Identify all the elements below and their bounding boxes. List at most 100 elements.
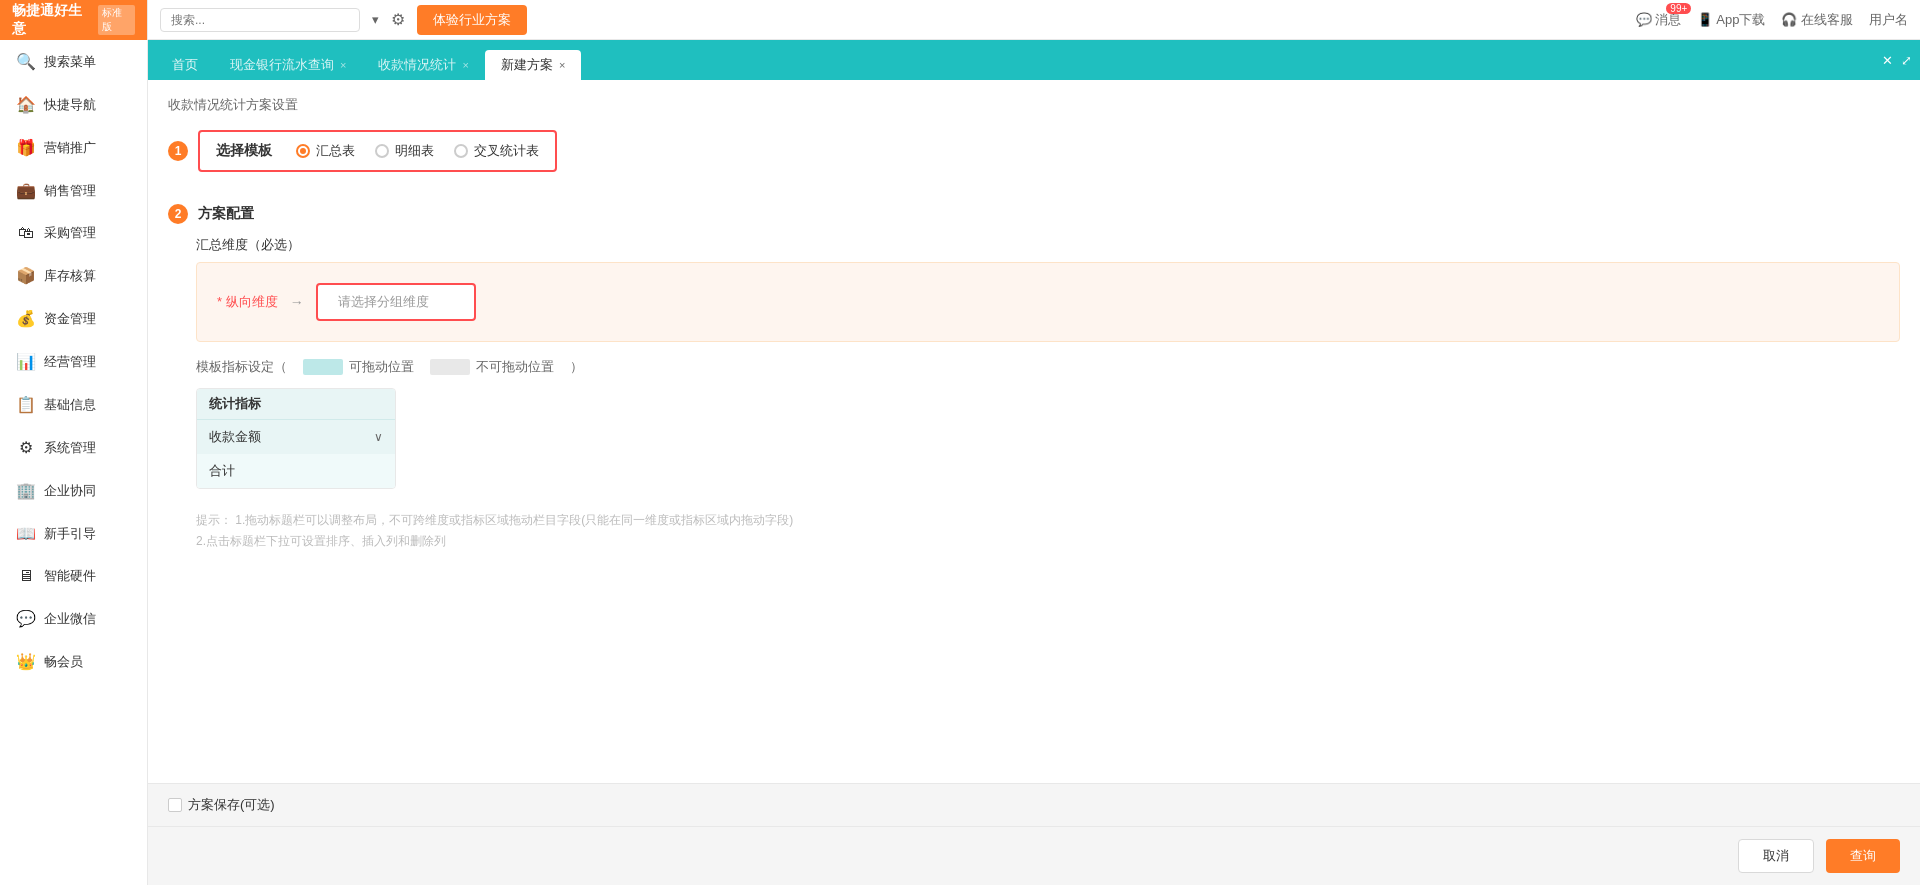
badge-count: 99+: [1666, 3, 1691, 14]
finance-icon: 💰: [16, 309, 36, 328]
sidebar-item-sales[interactable]: 💼销售管理: [0, 169, 147, 212]
logo-text: 畅捷通好生意: [12, 2, 94, 38]
cancel-button[interactable]: 取消: [1738, 839, 1814, 873]
search-icon: 🔍: [16, 52, 36, 71]
sidebar-item-inventory[interactable]: 📦 库存核算: [0, 254, 147, 297]
sidebar-item-search[interactable]: 🔍搜索菜单: [0, 40, 147, 83]
radio-dot-cross[interactable]: [454, 144, 468, 158]
enterprise-icon: 🏢: [16, 481, 36, 500]
metrics-section: 模板指标设定（ 可拖动位置 不可拖动位置 ）: [196, 358, 1900, 492]
dimension-area: * 纵向维度 → 请选择分组维度: [196, 262, 1900, 342]
sidebar-item-finance[interactable]: 💰 资金管理: [0, 297, 147, 340]
footer-bar: 取消 查询: [148, 826, 1920, 885]
sidebar-item-base-info[interactable]: 📋 基础信息: [0, 383, 147, 426]
sidebar-label-wechat: 企业微信: [44, 610, 96, 628]
static-box: [430, 359, 470, 375]
smart-hw-icon: 🖥: [16, 567, 36, 585]
gear-icon[interactable]: ⚙: [391, 10, 405, 29]
hint-draggable: 可拖动位置: [303, 358, 414, 376]
tab-close-new-plan[interactable]: ×: [559, 59, 565, 71]
tip-line-1: 提示： 1.拖动标题栏可以调整布局，不可跨维度或指标区域拖动栏目字段(只能在同一…: [196, 512, 1900, 529]
step1-label: 选择模板: [216, 142, 272, 160]
base-info-icon: 📋: [16, 395, 36, 414]
sidebar-item-member[interactable]: 👑畅会员: [0, 640, 147, 683]
tab-new-plan[interactable]: 新建方案×: [485, 50, 581, 80]
dropdown-icon[interactable]: ▾: [372, 12, 379, 27]
tab-receipt-stat[interactable]: 收款情况统计×: [362, 50, 484, 80]
radio-cross[interactable]: 交叉统计表: [454, 142, 539, 160]
sidebar-item-quick-nav[interactable]: 🏠 快捷导航: [0, 83, 147, 126]
expand-window-icon[interactable]: ⤢: [1901, 53, 1912, 68]
metrics-hint-end: ）: [570, 358, 583, 376]
step2-number: 2: [168, 204, 188, 224]
tab-home[interactable]: 首页: [156, 50, 214, 80]
dimension-arrow: →: [290, 294, 304, 310]
radio-dot-summary[interactable]: [296, 144, 310, 158]
sidebar-item-system[interactable]: ⚙系统管理: [0, 426, 147, 469]
dimension-title-text: 汇总维度（必选）: [196, 237, 300, 252]
content-area: 收款情况统计方案设置 1 选择模板 汇总表 明细表 交叉统计表 2 方案配置: [148, 80, 1920, 885]
draggable-box: [303, 359, 343, 375]
message-label: 消息: [1655, 12, 1681, 27]
sidebar-label-finance: 资金管理: [44, 310, 96, 328]
sidebar-item-smart-hw[interactable]: 🖥 智能硬件: [0, 555, 147, 597]
dimension-row: * 纵向维度 → 请选择分组维度: [217, 283, 1879, 321]
dimension-row-label: * 纵向维度: [217, 293, 278, 311]
tab-bar-right: ✕ ⤢: [1882, 53, 1912, 68]
metrics-row[interactable]: 收款金额 ∨: [197, 420, 395, 454]
metrics-dropdown-icon[interactable]: ∨: [374, 430, 383, 444]
sidebar-item-purchase[interactable]: 🛍采购管理: [0, 212, 147, 254]
online-service[interactable]: 🎧 在线客服: [1781, 11, 1853, 29]
dimension-select[interactable]: 请选择分组维度: [316, 283, 476, 321]
message-badge[interactable]: 💬 消息 99+: [1636, 11, 1682, 29]
inventory-icon: 📦: [16, 266, 36, 285]
app-download[interactable]: 📱 App下载: [1697, 11, 1765, 29]
header-right: 💬 消息 99+ 📱 App下载 🎧 在线客服 用户名: [1636, 11, 1908, 29]
step1-number: 1: [168, 141, 188, 161]
step1-header: 1 选择模板 汇总表 明细表 交叉统计表: [168, 130, 1900, 172]
radio-dot-detail[interactable]: [375, 144, 389, 158]
sidebar-label-smart-hw: 智能硬件: [44, 567, 96, 585]
sales-icon: 💼: [16, 181, 36, 200]
trial-button[interactable]: 体验行业方案: [417, 5, 527, 35]
template-options: 汇总表 明细表 交叉统计表: [296, 142, 539, 160]
save-checkbox[interactable]: 方案保存(可选): [168, 796, 275, 814]
sidebar-item-marketing[interactable]: 🎁营销推广: [0, 126, 147, 169]
sidebar-label-marketing: 营销推广: [44, 139, 96, 157]
sidebar-label-inventory: 库存核算: [44, 267, 96, 285]
radio-summary[interactable]: 汇总表: [296, 142, 355, 160]
tab-label-home: 首页: [172, 56, 198, 74]
close-window-icon[interactable]: ✕: [1882, 53, 1893, 68]
save-checkbox-box[interactable]: [168, 798, 182, 812]
user-info[interactable]: 用户名: [1869, 11, 1908, 29]
content-inner: 收款情况统计方案设置 1 选择模板 汇总表 明细表 交叉统计表 2 方案配置: [148, 80, 1920, 783]
user-label: 用户名: [1869, 12, 1908, 27]
static-label: 不可拖动位置: [476, 358, 554, 376]
operations-icon: 📊: [16, 352, 36, 371]
tab-cash-flow[interactable]: 现金银行流水查询×: [214, 50, 362, 80]
metrics-table: 统计指标 收款金额 ∨ 合计: [196, 388, 396, 489]
radio-detail[interactable]: 明细表: [375, 142, 434, 160]
purchase-icon: 🛍: [16, 224, 36, 242]
page-title: 收款情况统计方案设置: [168, 96, 1900, 114]
query-button[interactable]: 查询: [1826, 839, 1900, 873]
radio-label-summary: 汇总表: [316, 142, 355, 160]
sidebar-item-wechat[interactable]: 💬企业微信: [0, 597, 147, 640]
radio-label-detail: 明细表: [395, 142, 434, 160]
sidebar-item-enterprise[interactable]: 🏢企业协同: [0, 469, 147, 512]
sidebar-label-quick-nav: 快捷导航: [44, 96, 96, 114]
tab-close-cash-flow[interactable]: ×: [340, 59, 346, 71]
quick-nav-icon: 🏠: [16, 95, 36, 114]
tab-close-receipt-stat[interactable]: ×: [462, 59, 468, 71]
draggable-label: 可拖动位置: [349, 358, 414, 376]
search-input[interactable]: [160, 8, 360, 32]
system-icon: ⚙: [16, 438, 36, 457]
dimension-title: 汇总维度（必选）: [196, 236, 1900, 254]
sidebar-label-base-info: 基础信息: [44, 396, 96, 414]
message-icon: 💬: [1636, 12, 1652, 27]
sidebar-item-guide[interactable]: 📖新手引导: [0, 512, 147, 555]
step2-label: 方案配置: [198, 205, 254, 223]
dimension-container: 汇总维度（必选） * 纵向维度 → 请选择分组维度 模板指标设定（: [196, 236, 1900, 550]
metrics-subtotal: 合计: [197, 454, 395, 488]
sidebar-item-operations[interactable]: 📊经营管理: [0, 340, 147, 383]
